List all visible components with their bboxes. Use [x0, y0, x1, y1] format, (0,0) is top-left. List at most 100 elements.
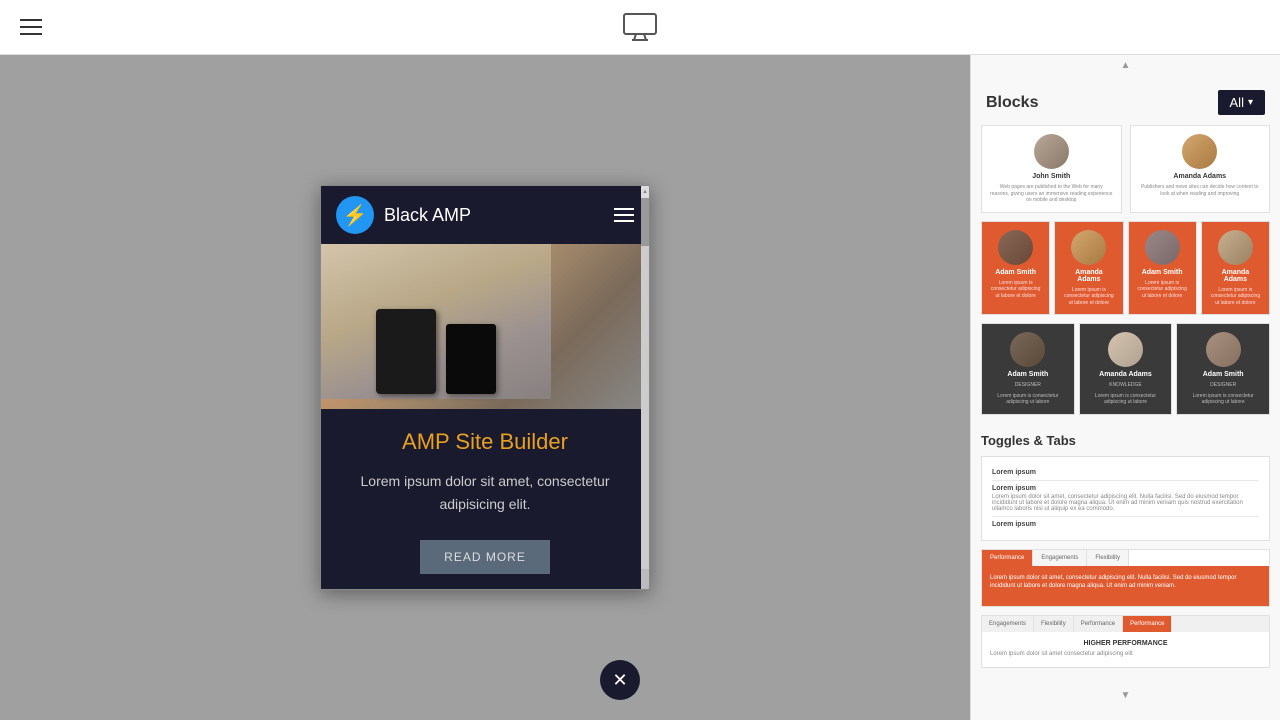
desc-orange-1: Lorem ipsum is consectetur adipiscing ut… — [990, 280, 1041, 300]
name-john: John Smith — [1032, 173, 1070, 180]
panel-scroll-down[interactable]: ▼ — [971, 686, 1280, 706]
tab-content-area-1: Lorem ipsum dolor sit amet, consectetur … — [982, 566, 1269, 606]
phone-device-large — [376, 309, 436, 394]
toggle-block-card[interactable]: Lorem ipsum Lorem ipsum Lorem ipsum dolo… — [981, 456, 1270, 541]
tabs-block-card-2[interactable]: Engagements Flexibility Performance Perf… — [981, 615, 1270, 668]
tabs-block-card-1[interactable]: Performance Engagements Flexibility Lore… — [981, 549, 1270, 607]
tab-flexibility-2[interactable]: Flexibility — [1034, 616, 1074, 632]
desc-orange-2: Lorem ipsum is consectetur adipiscing ut… — [1063, 287, 1114, 307]
desc-amanda: Publishers and news sites can decide how… — [1139, 184, 1262, 197]
tab-dark-content: HIGHER PERFORMANCE Lorem ipsum dolor sit… — [982, 632, 1269, 667]
read-more-button[interactable]: READ MORE — [420, 540, 550, 574]
team-card-dark-1[interactable]: Adam Smith DESIGNER Lorem ipsum is conse… — [981, 323, 1075, 415]
name-orange-4: Amanda Adams — [1210, 269, 1261, 283]
bolt-icon: ⚡ — [343, 203, 368, 228]
scroll-up-arrow[interactable]: ▲ — [641, 186, 649, 198]
all-filter-button[interactable]: All ▾ — [1218, 90, 1265, 115]
desc-john: Web pages are published to the Web for m… — [990, 184, 1113, 204]
tab-engagements-2[interactable]: Engagements — [982, 616, 1034, 632]
avatar-orange-1 — [998, 230, 1033, 265]
desc-dark-1: Lorem ipsum is consectetur adipiscing ut… — [990, 393, 1066, 406]
name-dark-1: Adam Smith — [1007, 371, 1048, 378]
avatar-dark-1 — [1010, 332, 1045, 367]
mobile-scrollbar[interactable] — [641, 186, 649, 589]
team-card-amanda[interactable]: Amanda Adams Publishers and news sites c… — [1130, 125, 1271, 213]
toggle-item-2[interactable]: Lorem ipsum Lorem ipsum dolor sit amet, … — [992, 481, 1259, 517]
toggle-item-3[interactable]: Lorem ipsum — [992, 517, 1259, 532]
desc-orange-3: Lorem ipsum is consectetur adipiscing ut… — [1137, 280, 1188, 300]
toggle-title-1: Lorem ipsum — [992, 469, 1259, 476]
name-orange-2: Amanda Adams — [1063, 269, 1114, 283]
hero-image — [321, 244, 649, 409]
tab-content-text-1: Lorem ipsum dolor sit amet, consectetur … — [990, 574, 1261, 591]
role-dark-2: KNOWLEDGE — [1109, 382, 1142, 389]
phone-device-small — [446, 324, 496, 394]
name-orange-1: Adam Smith — [995, 269, 1036, 276]
right-panel: ▲ Blocks All ▾ John Smith Web pages are … — [970, 55, 1280, 720]
tabs-header-2: Engagements Flexibility Performance Perf… — [982, 616, 1269, 632]
panel-header: Blocks All ▾ — [971, 75, 1280, 125]
toggle-title-2: Lorem ipsum — [992, 485, 1259, 492]
avatar-orange-2 — [1071, 230, 1106, 265]
main-area: ▲ ⚡ Black AMP — [0, 55, 1280, 720]
desc-orange-4: Lorem ipsum is consectetur adipiscing ut… — [1210, 287, 1261, 307]
canvas-area: ▲ ⚡ Black AMP — [0, 55, 970, 720]
avatar-john — [1034, 134, 1069, 169]
panel-scroll-up[interactable]: ▲ — [971, 55, 1280, 75]
mobile-body: AMP Site Builder Lorem ipsum dolor sit a… — [321, 409, 649, 589]
nav-title: Black AMP — [384, 205, 614, 226]
tab-performance[interactable]: Performance — [982, 550, 1033, 566]
toggle-title-3: Lorem ipsum — [992, 521, 1259, 528]
avatar-dark-3 — [1206, 332, 1241, 367]
desc-dark-3: Lorem ipsum is consectetur adipiscing ut… — [1185, 393, 1261, 406]
all-button-label: All — [1230, 95, 1244, 110]
role-dark-1: DESIGNER — [1015, 382, 1041, 389]
hero-phones — [321, 244, 551, 399]
mobile-navbar: ⚡ Black AMP — [321, 186, 649, 244]
name-dark-3: Adam Smith — [1203, 371, 1244, 378]
toggle-item-1[interactable]: Lorem ipsum — [992, 465, 1259, 481]
team-card-dark-2[interactable]: Amanda Adams KNOWLEDGE Lorem ipsum is co… — [1079, 323, 1173, 415]
tabs-header-1: Performance Engagements Flexibility — [982, 550, 1269, 566]
team-card-orange-3[interactable]: Adam Smith Lorem ipsum is consectetur ad… — [1128, 221, 1197, 316]
team-card-dark-3[interactable]: Adam Smith DESIGNER Lorem ipsum is conse… — [1176, 323, 1270, 415]
team-card-orange-4[interactable]: Amanda Adams Lorem ipsum is consectetur … — [1201, 221, 1270, 316]
close-button[interactable]: ✕ — [600, 660, 640, 700]
role-dark-3: DESIGNER — [1210, 382, 1236, 389]
blocks-title: Blocks — [986, 94, 1038, 112]
name-amanda: Amanda Adams — [1173, 173, 1226, 180]
tab-dark-headline: HIGHER PERFORMANCE — [990, 640, 1261, 647]
team-4col-grid: Adam Smith Lorem ipsum is consectetur ad… — [981, 221, 1270, 316]
team-2col-grid: John Smith Web pages are published to th… — [981, 125, 1270, 213]
mobile-body-text: Lorem ipsum dolor sit amet, consectetur … — [341, 470, 629, 515]
panel-content: John Smith Web pages are published to th… — [971, 125, 1280, 686]
hamburger-menu[interactable] — [20, 19, 42, 35]
toggles-tabs-label: Toggles & Tabs — [981, 423, 1270, 456]
team-card-john[interactable]: John Smith Web pages are published to th… — [981, 125, 1122, 213]
team-card-orange-2[interactable]: Amanda Adams Lorem ipsum is consectetur … — [1054, 221, 1123, 316]
avatar-orange-3 — [1145, 230, 1180, 265]
avatar-orange-4 — [1218, 230, 1253, 265]
dropdown-arrow-icon: ▾ — [1248, 97, 1253, 108]
close-icon: ✕ — [612, 670, 627, 691]
mobile-preview: ▲ ⚡ Black AMP — [320, 185, 650, 590]
nav-logo: ⚡ — [336, 196, 374, 234]
mobile-headline: AMP Site Builder — [341, 429, 629, 455]
toggle-content-2: Lorem ipsum dolor sit amet, consectetur … — [992, 494, 1259, 512]
tab-dark-desc: Lorem ipsum dolor sit amet consectetur a… — [990, 651, 1261, 657]
name-orange-3: Adam Smith — [1142, 269, 1183, 276]
tab-performance-active-2[interactable]: Performance — [1123, 616, 1172, 632]
tab-performance-2[interactable]: Performance — [1074, 616, 1123, 632]
desc-dark-2: Lorem ipsum is consectetur adipiscing ut… — [1088, 393, 1164, 406]
scrollbar-thumb-bottom — [641, 569, 649, 589]
name-dark-2: Amanda Adams — [1099, 371, 1152, 378]
tab-flexibility[interactable]: Flexibility — [1087, 550, 1129, 566]
header — [0, 0, 1280, 55]
tab-engagements[interactable]: Engagements — [1033, 550, 1087, 566]
monitor-icon — [622, 12, 658, 42]
nav-hamburger[interactable] — [614, 208, 634, 222]
avatar-dark-2 — [1108, 332, 1143, 367]
team-3col-grid: Adam Smith DESIGNER Lorem ipsum is conse… — [981, 323, 1270, 415]
avatar-amanda — [1182, 134, 1217, 169]
team-card-orange-1[interactable]: Adam Smith Lorem ipsum is consectetur ad… — [981, 221, 1050, 316]
